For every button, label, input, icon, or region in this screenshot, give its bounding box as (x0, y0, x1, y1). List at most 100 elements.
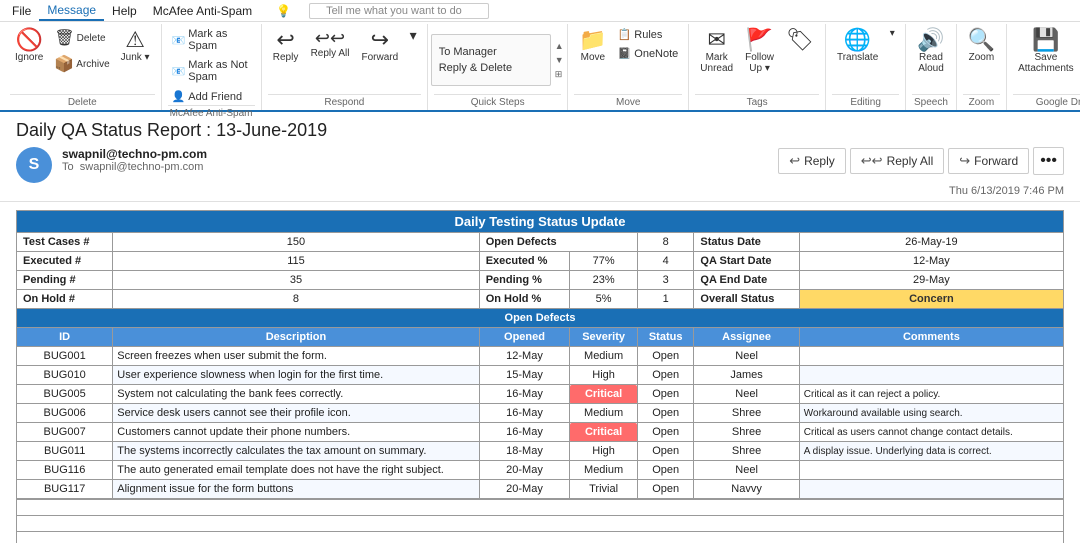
cell-od-val: 8 (637, 233, 693, 252)
bug-status: Open (637, 480, 693, 499)
forward-action-button[interactable]: ↪ Forward (948, 148, 1029, 174)
quicksteps-scroll-down[interactable]: ▼ (554, 54, 565, 66)
reply-delete-step[interactable]: Reply & Delete (436, 61, 546, 75)
quicksteps-expand[interactable]: ⊞ (554, 68, 565, 81)
cell-holdp-label: On Hold % (479, 290, 570, 309)
junk-button[interactable]: ⚠ Junk ▾ (116, 26, 155, 66)
respond-more-icon: ▾ (410, 28, 417, 42)
reply-label: Reply (273, 52, 299, 63)
categorize-icon: 🏷 (786, 29, 814, 51)
email-subject: Daily QA Status Report : 13-June-2019 (16, 120, 1064, 141)
cell-ch-val: 4 (637, 252, 693, 271)
mark-unread-button[interactable]: ✉ MarkUnread (695, 26, 738, 77)
menu-mcafee[interactable]: McAfee Anti-Spam (145, 2, 260, 20)
reply-all-action-label: Reply All (887, 154, 934, 168)
avatar: S (16, 147, 52, 183)
reply-button[interactable]: ↩ Reply (268, 26, 304, 66)
move-sm-col: 📋Rules 📓OneNote (614, 26, 683, 62)
zoom-button[interactable]: 🔍 Zoom (963, 26, 1000, 66)
reply-action-button[interactable]: ↩ Reply (778, 148, 846, 174)
severity-cell: Medium (570, 347, 638, 366)
rules-button[interactable]: 📋Rules (614, 26, 683, 43)
quicksteps-scroll-up[interactable]: ▲ (554, 40, 565, 52)
reply-all-icon: ↩↩ (315, 29, 345, 47)
col-id: ID (17, 328, 113, 347)
empty-rows-table (16, 499, 1064, 543)
zoom-buttons: 🔍 Zoom (963, 26, 1000, 94)
mark-spam-button[interactable]: 📧 Mark as Spam (168, 26, 255, 54)
translate-button[interactable]: 🌐 Translate (832, 26, 883, 66)
archive-button[interactable]: 📦 Archive (50, 52, 113, 76)
to-manager-step[interactable]: To Manager (436, 45, 546, 59)
bug-opened: 16-May (479, 423, 570, 442)
ribbon: 🚫 Ignore 🗑 Delete 📦 Archive ⚠ Junk ▾ Del… (0, 22, 1080, 112)
bug-assignee: Shree (694, 442, 799, 461)
save-attachments-label: SaveAttachments (1018, 52, 1074, 74)
mark-not-spam-label: Mark as Not Spam (188, 59, 250, 83)
speech-buttons: 🔊 ReadAloud (912, 26, 949, 94)
severity-cell: High (570, 366, 638, 385)
delete-button[interactable]: 🗑 Delete (50, 26, 113, 50)
junk-icon: ⚠ (125, 29, 145, 51)
cell-pend-val: 35 (113, 271, 479, 290)
translate-icon: 🌐 (844, 29, 871, 51)
mark-not-spam-button[interactable]: 📧 Mark as Not Spam (168, 57, 255, 85)
sender-from: swapnil@techno-pm.com (62, 147, 768, 161)
more-actions-button[interactable]: ••• (1033, 147, 1064, 175)
follow-up-button[interactable]: 🚩 FollowUp ▾ (740, 26, 779, 77)
bug-status: Open (637, 461, 693, 480)
onenote-button[interactable]: 📓OneNote (614, 45, 683, 62)
table-row: BUG007 Customers cannot update their pho… (17, 423, 1064, 442)
bug-desc: System not calculating the bank fees cor… (113, 385, 479, 404)
menu-message[interactable]: Message (39, 1, 104, 21)
save-attachments-button[interactable]: 💾 SaveAttachments (1013, 26, 1079, 77)
cell-exp-val: 77% (570, 252, 638, 271)
cell-holdp-val: 5% (570, 290, 638, 309)
read-aloud-label: ReadAloud (918, 52, 944, 74)
delete-icon: 🗑 (54, 28, 74, 48)
reply-all-ribbon-button[interactable]: ↩↩ Reply All (306, 26, 355, 62)
reply-action-label: Reply (804, 154, 835, 168)
table-row: BUG117 Alignment issue for the form butt… (17, 480, 1064, 499)
move-button[interactable]: 📁 Move (574, 26, 611, 66)
bug-opened: 18-May (479, 442, 570, 461)
categorize-button[interactable]: 🏷 (781, 26, 819, 55)
cell-sd-label: Status Date (694, 233, 799, 252)
reply-all-action-button[interactable]: ↩↩ Reply All (850, 148, 944, 174)
cell-hold-val: 8 (113, 290, 479, 309)
empty-row (17, 500, 1064, 516)
editing-buttons: 🌐 Translate ▾ (832, 26, 899, 94)
forward-action-label: Forward (974, 154, 1018, 168)
respond-more-button[interactable]: ▾ (405, 26, 421, 45)
cell-qas-val: 12-May (799, 252, 1063, 271)
email-body: Daily Testing Status Update Test Cases #… (0, 202, 1080, 543)
tags-buttons: ✉ MarkUnread 🚩 FollowUp ▾ 🏷 (695, 26, 819, 94)
speech-group-label: Speech (912, 94, 949, 108)
mark-unread-label: MarkUnread (700, 52, 733, 74)
delete-group-label: Delete (10, 94, 155, 108)
forward-button[interactable]: ↪ Forward (356, 26, 403, 66)
menu-file[interactable]: File (4, 2, 39, 20)
severity-cell: Medium (570, 404, 638, 423)
ribbon-group-move: 📁 Move 📋Rules 📓OneNote Move (568, 24, 689, 110)
spam-icon: 📧 (172, 34, 186, 47)
bug-assignee: Navvy (694, 480, 799, 499)
menu-help[interactable]: Help (104, 2, 145, 20)
editing-more-button[interactable]: ▾ (885, 26, 899, 41)
tell-me-box[interactable]: Tell me what you want to do (309, 3, 489, 19)
bug-opened: 20-May (479, 461, 570, 480)
ignore-button[interactable]: 🚫 Ignore (10, 26, 48, 66)
table-row: BUG010 User experience slowness when log… (17, 366, 1064, 385)
status-table: Daily Testing Status Update Test Cases #… (16, 210, 1064, 499)
delete-buttons: 🚫 Ignore 🗑 Delete 📦 Archive ⚠ Junk ▾ (10, 26, 155, 94)
bug-opened: 20-May (479, 480, 570, 499)
email-area: Daily QA Status Report : 13-June-2019 S … (0, 112, 1080, 543)
add-friend-button[interactable]: 👤 Add Friend (168, 88, 255, 105)
quicksteps-scroll: ▲ ▼ ⊞ (554, 40, 565, 81)
col-status: Status (637, 328, 693, 347)
quicksteps-box: To Manager Reply & Delete (431, 34, 551, 86)
move-group-label: Move (574, 94, 682, 108)
rules-icon: 📋 (618, 28, 632, 41)
col-desc: Description (113, 328, 479, 347)
read-aloud-button[interactable]: 🔊 ReadAloud (912, 26, 949, 77)
